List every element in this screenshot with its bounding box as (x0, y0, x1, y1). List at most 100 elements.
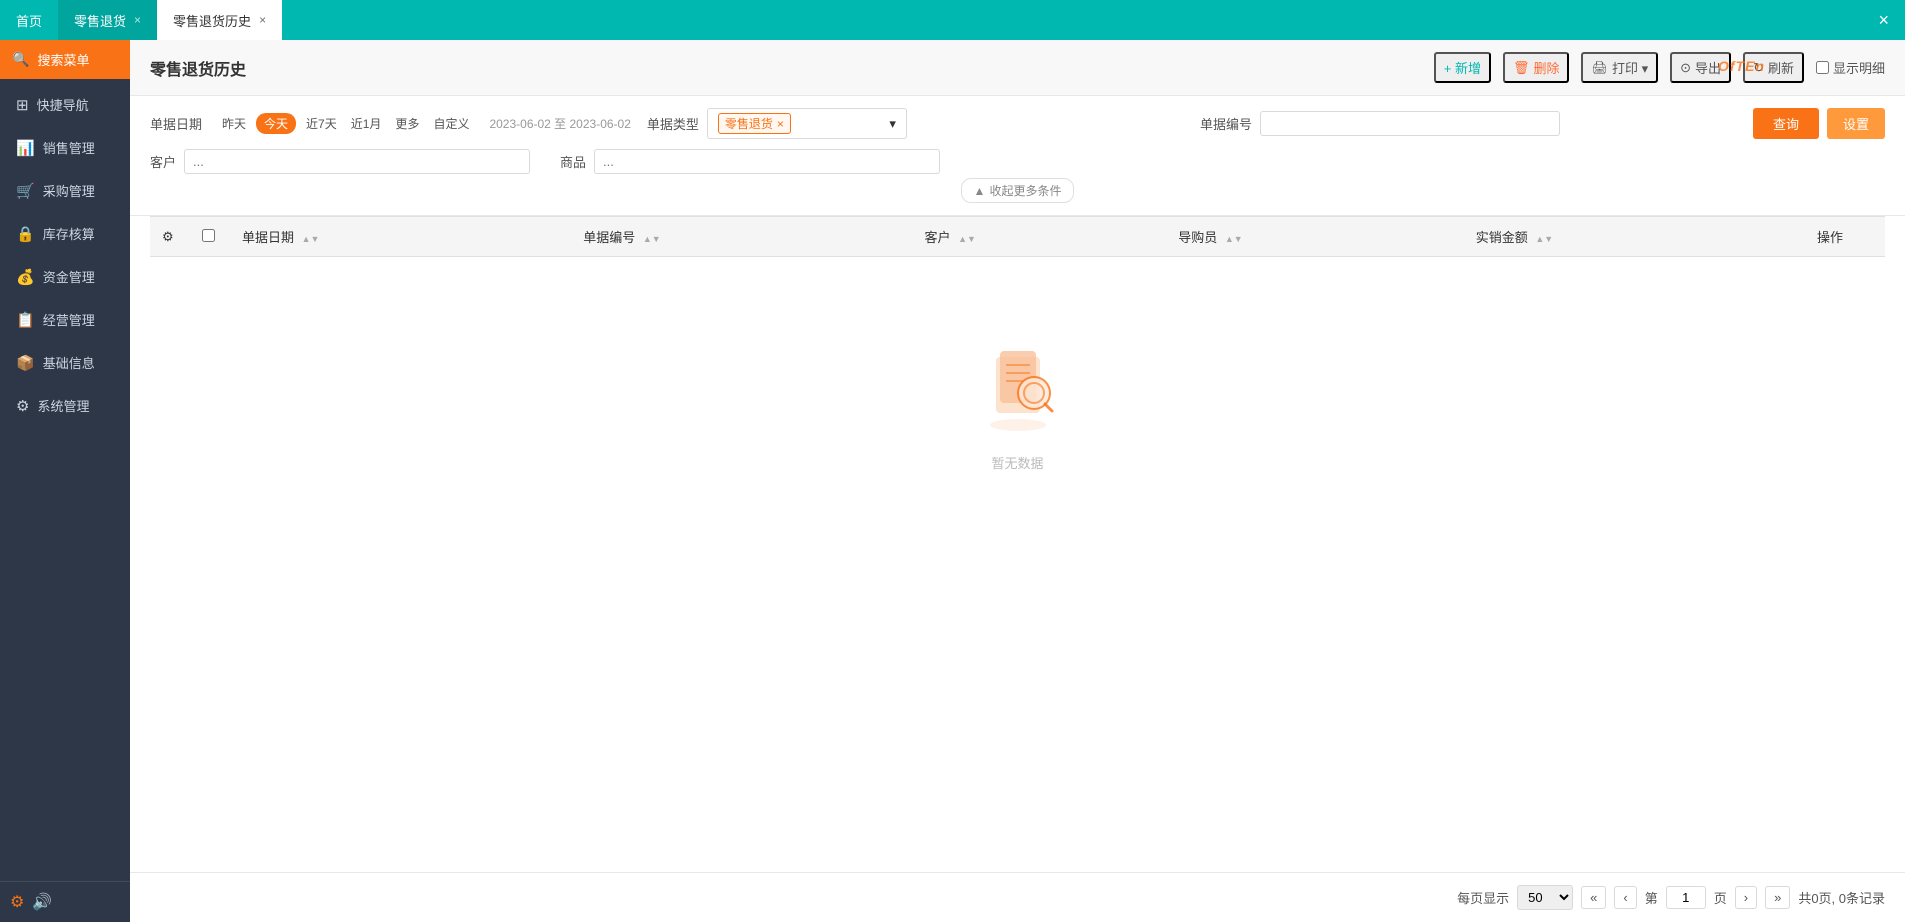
prev-page-button[interactable]: ‹ (1614, 886, 1636, 909)
goods-filter-field: 商品 (560, 149, 940, 174)
date-option-last-month[interactable]: 近1月 (347, 113, 386, 134)
th-customer: 客户 ▲▼ (912, 217, 1166, 257)
filter-buttons: 查询 设置 (1753, 108, 1885, 139)
main-layout: 🔍 搜索菜单 ⊞ 快捷导航 📊 销售管理 🛒 采购管理 🔒 库存核算 💰 (0, 40, 1905, 922)
next-page-button[interactable]: › (1735, 886, 1757, 909)
finance-icon: 💰 (16, 268, 35, 286)
tab-close-retail-return[interactable]: × (134, 13, 141, 27)
type-tag: 零售退货 × (718, 113, 791, 134)
display-detail-checkbox[interactable] (1816, 61, 1829, 74)
sort-number-icon[interactable]: ▲▼ (643, 234, 661, 244)
sidebar-bottom: ⚙ 🔊 (0, 881, 130, 922)
sidebar-item-quick-nav[interactable]: ⊞ 快捷导航 (0, 83, 130, 126)
date-option-custom[interactable]: 自定义 (429, 113, 473, 134)
empty-state: 暂无数据 (150, 257, 1885, 552)
collapse-button[interactable]: ▲ 收起更多条件 (961, 178, 1075, 203)
th-guide: 导购员 ▲▼ (1166, 217, 1464, 257)
page-suffix: 页 (1714, 888, 1727, 907)
print-icon: 🖨 (1591, 60, 1608, 76)
delete-icon: 🗑 (1513, 60, 1530, 76)
content-area: 零售退货历史 + 新增 🗑 查询 删除 🖨 打印 ▾ ⊙ 导出 ↻ (130, 40, 1905, 922)
table-body: 暂无数据 (150, 257, 1885, 553)
customer-input[interactable] (184, 149, 530, 174)
sidebar-item-operations[interactable]: 📋 经营管理 (0, 298, 130, 341)
th-date: 单据日期 ▲▼ (230, 217, 571, 257)
sidebar-search[interactable]: 🔍 搜索菜单 (0, 40, 130, 79)
sidebar-item-system[interactable]: ⚙ 系统管理 (0, 384, 130, 427)
delete-button[interactable]: 🗑 查询 删除 (1503, 52, 1570, 83)
type-filter-section: 单据类型 零售退货 × ▾ (647, 108, 1184, 139)
doc-number-label: 单据编号 (1200, 114, 1252, 133)
sidebar-item-inventory[interactable]: 🔒 库存核算 (0, 212, 130, 255)
collapse-row: ▲ 收起更多条件 (150, 174, 1885, 207)
date-option-last7[interactable]: 近7天 (302, 113, 341, 134)
sort-customer-icon[interactable]: ▲▼ (958, 234, 976, 244)
last-page-button[interactable]: » (1765, 886, 1790, 909)
customer-filter-field: 客户 (150, 149, 530, 174)
type-tag-close[interactable]: × (777, 117, 784, 131)
type-tag-container: 零售退货 × (718, 113, 791, 134)
sidebar-item-purchase[interactable]: 🛒 采购管理 (0, 169, 130, 212)
filter-row-1: 单据日期 昨天 今天 近7天 近1月 更多 自定义 2023-06-02 至 2… (150, 108, 1885, 139)
date-options: 昨天 今天 近7天 近1月 更多 自定义 (218, 113, 473, 134)
refresh-icon: ↻ (1753, 60, 1764, 76)
page-number-input[interactable] (1666, 886, 1706, 909)
sidebar-audio-button[interactable]: 🔊 (32, 892, 52, 912)
date-option-more[interactable]: 更多 (391, 113, 423, 134)
tab-home[interactable]: 首页 (0, 0, 58, 40)
sidebar: 🔍 搜索菜单 ⊞ 快捷导航 📊 销售管理 🛒 采购管理 🔒 库存核算 💰 (0, 40, 130, 922)
date-option-today[interactable]: 今天 (256, 113, 296, 134)
sort-guide-icon[interactable]: ▲▼ (1225, 234, 1243, 244)
setting-button[interactable]: 设置 (1827, 108, 1885, 139)
date-option-yesterday[interactable]: 昨天 (218, 113, 250, 134)
new-button[interactable]: + 新增 (1434, 52, 1491, 83)
per-page-select[interactable]: 10 20 50 100 (1517, 885, 1573, 910)
select-all-checkbox[interactable] (202, 229, 215, 242)
goods-input[interactable] (594, 149, 940, 174)
print-button[interactable]: 🖨 打印 ▾ (1581, 52, 1658, 83)
per-page-label: 每页显示 (1457, 888, 1509, 907)
th-amount: 实销金额 ▲▼ (1464, 217, 1805, 257)
table-settings-icon[interactable]: ⚙ (162, 229, 174, 244)
collapse-icon: ▲ (974, 184, 986, 198)
sort-date-icon[interactable]: ▲▼ (302, 234, 320, 244)
sidebar-item-finance[interactable]: 💰 资金管理 (0, 255, 130, 298)
sidebar-nav: ⊞ 快捷导航 📊 销售管理 🛒 采购管理 🔒 库存核算 💰 资金管理 📋 (0, 79, 130, 881)
pagination: 每页显示 10 20 50 100 « ‹ 第 页 › » 共0页, 0条记录 (130, 872, 1905, 922)
data-table: ⚙ 单据日期 ▲▼ 单据编号 ▲▼ (150, 216, 1885, 552)
table-header: ⚙ 单据日期 ▲▼ 单据编号 ▲▼ (150, 217, 1885, 257)
sidebar-item-basic-info[interactable]: 📦 基础信息 (0, 341, 130, 384)
display-detail-label: 显示明细 (1816, 58, 1885, 77)
search-icon: 🔍 (12, 51, 29, 68)
sidebar-item-sales[interactable]: 📊 销售管理 (0, 126, 130, 169)
date-filter-label: 单据日期 (150, 114, 202, 133)
date-range-display: 2023-06-02 至 2023-06-02 (489, 115, 630, 132)
customer-label: 客户 (150, 152, 176, 171)
first-page-button[interactable]: « (1581, 886, 1606, 909)
sales-icon: 📊 (16, 139, 35, 157)
th-actions: 操作 (1805, 217, 1885, 257)
sort-amount-icon[interactable]: ▲▼ (1535, 234, 1553, 244)
type-select[interactable]: 零售退货 × ▾ (707, 108, 907, 139)
query-button[interactable]: 查询 (1753, 108, 1819, 139)
type-select-arrow: ▾ (889, 116, 896, 132)
tab-close-retail-return-history[interactable]: × (259, 13, 266, 27)
purchase-icon: 🛒 (16, 182, 35, 200)
page-header: 零售退货历史 + 新增 🗑 查询 删除 🖨 打印 ▾ ⊙ 导出 ↻ (130, 40, 1905, 96)
basic-info-icon: 📦 (16, 354, 35, 372)
sidebar-settings-button[interactable]: ⚙ (10, 892, 24, 912)
quick-nav-icon: ⊞ (16, 96, 29, 114)
page-title: 零售退货历史 (150, 56, 246, 80)
th-number: 单据编号 ▲▼ (571, 217, 912, 257)
refresh-button[interactable]: ↻ 刷新 (1743, 52, 1804, 83)
tab-retail-return-history[interactable]: 零售退货历史 × (157, 0, 282, 40)
filter-area: 单据日期 昨天 今天 近7天 近1月 更多 自定义 2023-06-02 至 2… (130, 96, 1905, 216)
window-close-button[interactable]: × (1862, 10, 1905, 31)
doc-number-input[interactable] (1260, 111, 1560, 136)
pagination-summary: 共0页, 0条记录 (1798, 888, 1885, 907)
tab-retail-return[interactable]: 零售退货 × (58, 0, 157, 40)
export-button[interactable]: ⊙ 导出 (1670, 52, 1731, 83)
goods-label: 商品 (560, 152, 586, 171)
type-filter-label: 单据类型 (647, 114, 699, 133)
export-icon: ⊙ (1680, 60, 1691, 76)
